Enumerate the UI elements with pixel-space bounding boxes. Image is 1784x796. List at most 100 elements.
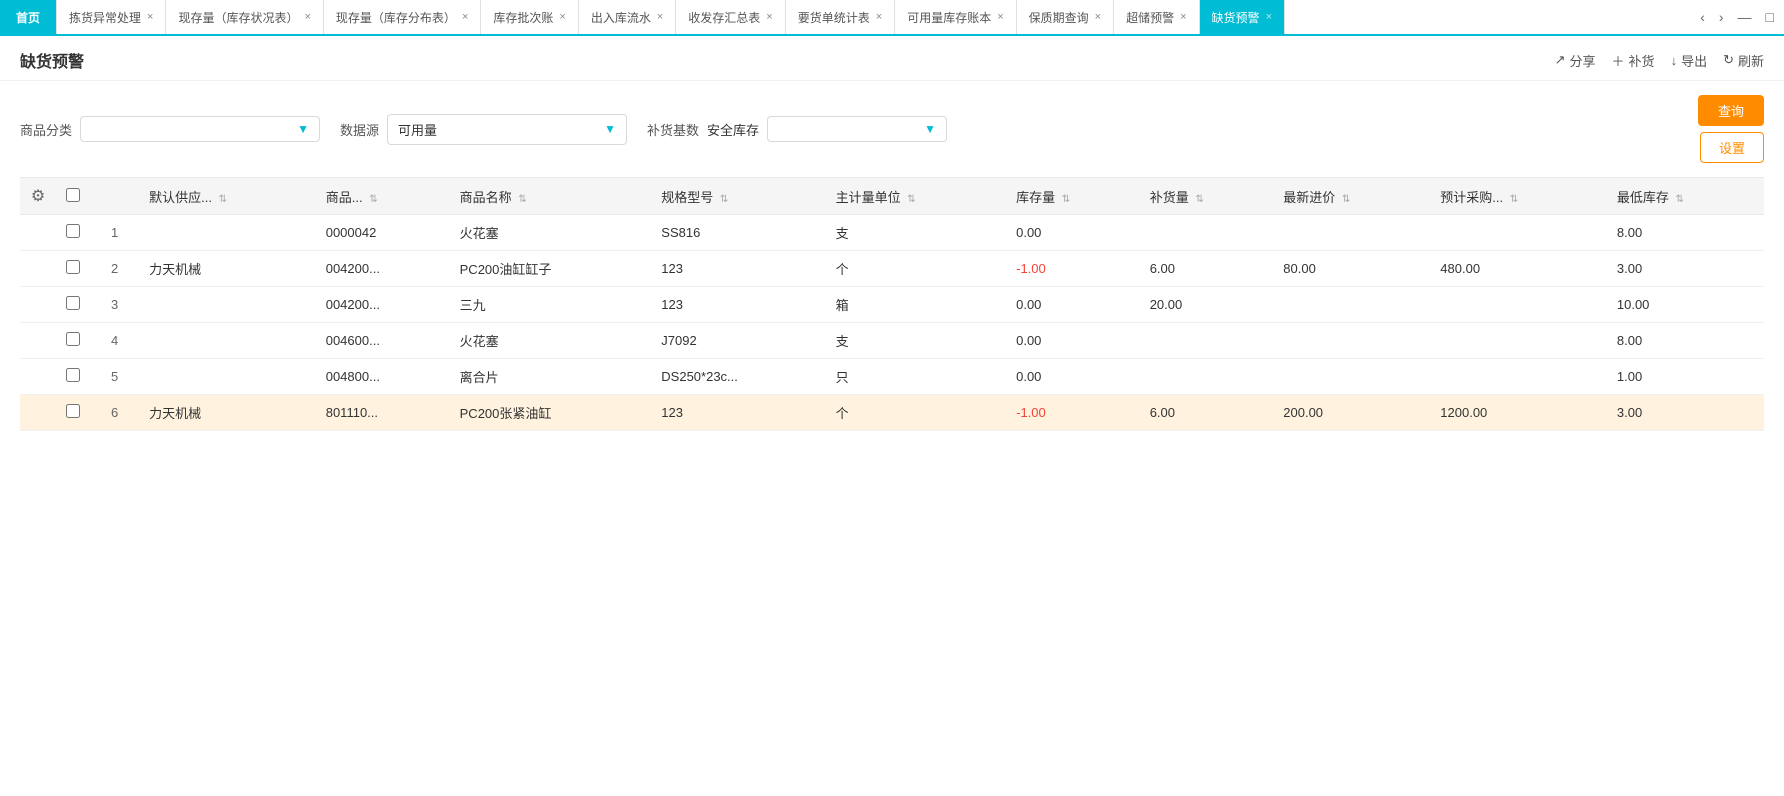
row-min-inventory: 8.00 bbox=[1607, 215, 1764, 251]
table-row: 5 004800... 离合片 DS250*23c... 只 0.00 1.00 bbox=[20, 359, 1764, 395]
tab-overstock-warning[interactable]: 超储预警 × bbox=[1114, 0, 1199, 34]
row-checkbox[interactable] bbox=[66, 260, 80, 274]
row-product-name: 离合片 bbox=[450, 359, 652, 395]
row-inventory: 0.00 bbox=[1006, 215, 1140, 251]
col-min-inventory[interactable]: 最低库存 ⇅ bbox=[1607, 178, 1764, 215]
row-checkbox-cell bbox=[56, 215, 90, 251]
close-icon[interactable]: × bbox=[876, 11, 882, 23]
row-min-inventory: 8.00 bbox=[1607, 323, 1764, 359]
refresh-button[interactable]: ↻ 刷新 bbox=[1723, 51, 1764, 70]
tab-demand-stats[interactable]: 要货单统计表 × bbox=[786, 0, 895, 34]
tab-batch-account[interactable]: 库存批次账 × bbox=[481, 0, 578, 34]
page-header: 缺货预警 ↗ 分享 ＋ 补货 ↓ 导出 ↻ 刷新 bbox=[0, 36, 1784, 81]
tab-inventory-dist[interactable]: 现存量（库存分布表） × bbox=[324, 0, 481, 34]
close-icon[interactable]: × bbox=[462, 11, 468, 23]
row-checkbox[interactable] bbox=[66, 296, 80, 310]
row-latest-price bbox=[1273, 359, 1430, 395]
row-product-name: 火花塞 bbox=[450, 215, 652, 251]
row-settings-cell bbox=[20, 251, 56, 287]
share-button[interactable]: ↗ 分享 bbox=[1555, 51, 1596, 70]
row-checkbox[interactable] bbox=[66, 332, 80, 346]
close-icon[interactable]: × bbox=[997, 11, 1003, 23]
col-replenish-qty[interactable]: 补货量 ⇅ bbox=[1140, 178, 1274, 215]
close-icon[interactable]: × bbox=[304, 11, 310, 23]
close-icon[interactable]: × bbox=[559, 11, 565, 23]
row-product-name: 三九 bbox=[450, 287, 652, 323]
settings-button[interactable]: 设置 bbox=[1700, 132, 1764, 163]
tab-available-ledger[interactable]: 可用量库存账本 × bbox=[895, 0, 1016, 34]
category-select[interactable]: ▼ bbox=[80, 116, 320, 142]
row-est-purchase: 1200.00 bbox=[1430, 395, 1607, 431]
col-spec[interactable]: 规格型号 ⇅ bbox=[651, 178, 825, 215]
row-checkbox-cell bbox=[56, 323, 90, 359]
row-settings-cell bbox=[20, 359, 56, 395]
close-icon[interactable]: × bbox=[1266, 11, 1272, 23]
select-all-checkbox[interactable] bbox=[66, 188, 80, 202]
row-replenish-qty: 6.00 bbox=[1140, 395, 1274, 431]
sort-icon: ⇅ bbox=[518, 194, 526, 205]
row-spec: 123 bbox=[651, 287, 825, 323]
row-product-code: 004800... bbox=[316, 359, 450, 395]
sort-icon: ⇅ bbox=[1195, 194, 1203, 205]
tab-next-icon[interactable]: › bbox=[1713, 7, 1730, 27]
datasource-label: 数据源 bbox=[340, 120, 379, 139]
row-checkbox[interactable] bbox=[66, 368, 80, 382]
maximize-icon[interactable]: □ bbox=[1760, 7, 1780, 27]
row-default-supplier: 力天机械 bbox=[139, 395, 316, 431]
row-product-name: 火花塞 bbox=[450, 323, 652, 359]
close-icon[interactable]: × bbox=[657, 11, 663, 23]
table-row: 2 力天机械 004200... PC200油缸缸子 123 个 -1.00 6… bbox=[20, 251, 1764, 287]
row-product-code: 004200... bbox=[316, 287, 450, 323]
table-body: 1 0000042 火花塞 SS816 支 0.00 8.00 2 力天机械 0… bbox=[20, 215, 1764, 431]
export-button[interactable]: ↓ 导出 bbox=[1671, 51, 1708, 70]
tab-collection-summary[interactable]: 收发存汇总表 × bbox=[676, 0, 785, 34]
datasource-select[interactable]: 可用量 ▼ bbox=[387, 114, 627, 145]
close-icon[interactable]: × bbox=[766, 11, 772, 23]
table-row: 1 0000042 火花塞 SS816 支 0.00 8.00 bbox=[20, 215, 1764, 251]
col-inventory[interactable]: 库存量 ⇅ bbox=[1006, 178, 1140, 215]
row-replenish-qty bbox=[1140, 323, 1274, 359]
col-est-purchase[interactable]: 预计采购... ⇅ bbox=[1430, 178, 1607, 215]
row-est-purchase bbox=[1430, 215, 1607, 251]
row-inventory: 0.00 bbox=[1006, 287, 1140, 323]
sort-icon: ⇅ bbox=[369, 194, 377, 205]
tab-defect-handling[interactable]: 拣货异常处理 × bbox=[57, 0, 166, 34]
col-latest-price[interactable]: 最新进价 ⇅ bbox=[1273, 178, 1430, 215]
row-default-supplier bbox=[139, 287, 316, 323]
minimize-icon[interactable]: — bbox=[1732, 7, 1758, 27]
tab-home[interactable]: 首页 bbox=[0, 0, 57, 34]
tab-expiry-query[interactable]: 保质期查询 × bbox=[1017, 0, 1114, 34]
replenish-icon: ＋ bbox=[1612, 51, 1625, 70]
close-icon[interactable]: × bbox=[1180, 11, 1186, 23]
gear-icon[interactable]: ⚙ bbox=[31, 188, 45, 205]
col-default-supplier[interactable]: 默认供应... ⇅ bbox=[139, 178, 316, 215]
row-default-supplier bbox=[139, 359, 316, 395]
sort-icon: ⇅ bbox=[219, 194, 227, 205]
tab-prev-icon[interactable]: ‹ bbox=[1694, 7, 1711, 27]
close-icon[interactable]: × bbox=[147, 11, 153, 23]
tab-inout-flow[interactable]: 出入库流水 × bbox=[579, 0, 676, 34]
replenish-base-select[interactable]: ▼ bbox=[767, 116, 947, 142]
page-title: 缺货预警 bbox=[20, 48, 84, 72]
refresh-icon: ↻ bbox=[1723, 52, 1734, 68]
row-est-purchase bbox=[1430, 323, 1607, 359]
col-row-num bbox=[90, 178, 139, 215]
tab-inv-status-label: 现存量（库存状况表） bbox=[178, 9, 298, 26]
tab-shortage-label: 缺货预警 bbox=[1212, 9, 1260, 26]
row-unit: 支 bbox=[826, 215, 1007, 251]
row-unit: 支 bbox=[826, 323, 1007, 359]
close-icon[interactable]: × bbox=[1095, 11, 1101, 23]
replenish-base-filter-group: 补货基数 安全库存 ▼ bbox=[647, 116, 947, 142]
query-button[interactable]: 查询 bbox=[1698, 95, 1764, 126]
replenish-button[interactable]: ＋ 补货 bbox=[1612, 51, 1655, 70]
export-label: 导出 bbox=[1681, 51, 1707, 70]
row-checkbox[interactable] bbox=[66, 404, 80, 418]
tab-shortage-warning[interactable]: 缺货预警 × bbox=[1200, 0, 1285, 34]
col-unit[interactable]: 主计量单位 ⇅ bbox=[826, 178, 1007, 215]
col-product-code[interactable]: 商品... ⇅ bbox=[316, 178, 450, 215]
row-checkbox[interactable] bbox=[66, 224, 80, 238]
sort-icon: ⇅ bbox=[907, 194, 915, 205]
col-product-name[interactable]: 商品名称 ⇅ bbox=[450, 178, 652, 215]
tab-inventory-status[interactable]: 现存量（库存状况表） × bbox=[166, 0, 323, 34]
row-number: 5 bbox=[90, 359, 139, 395]
